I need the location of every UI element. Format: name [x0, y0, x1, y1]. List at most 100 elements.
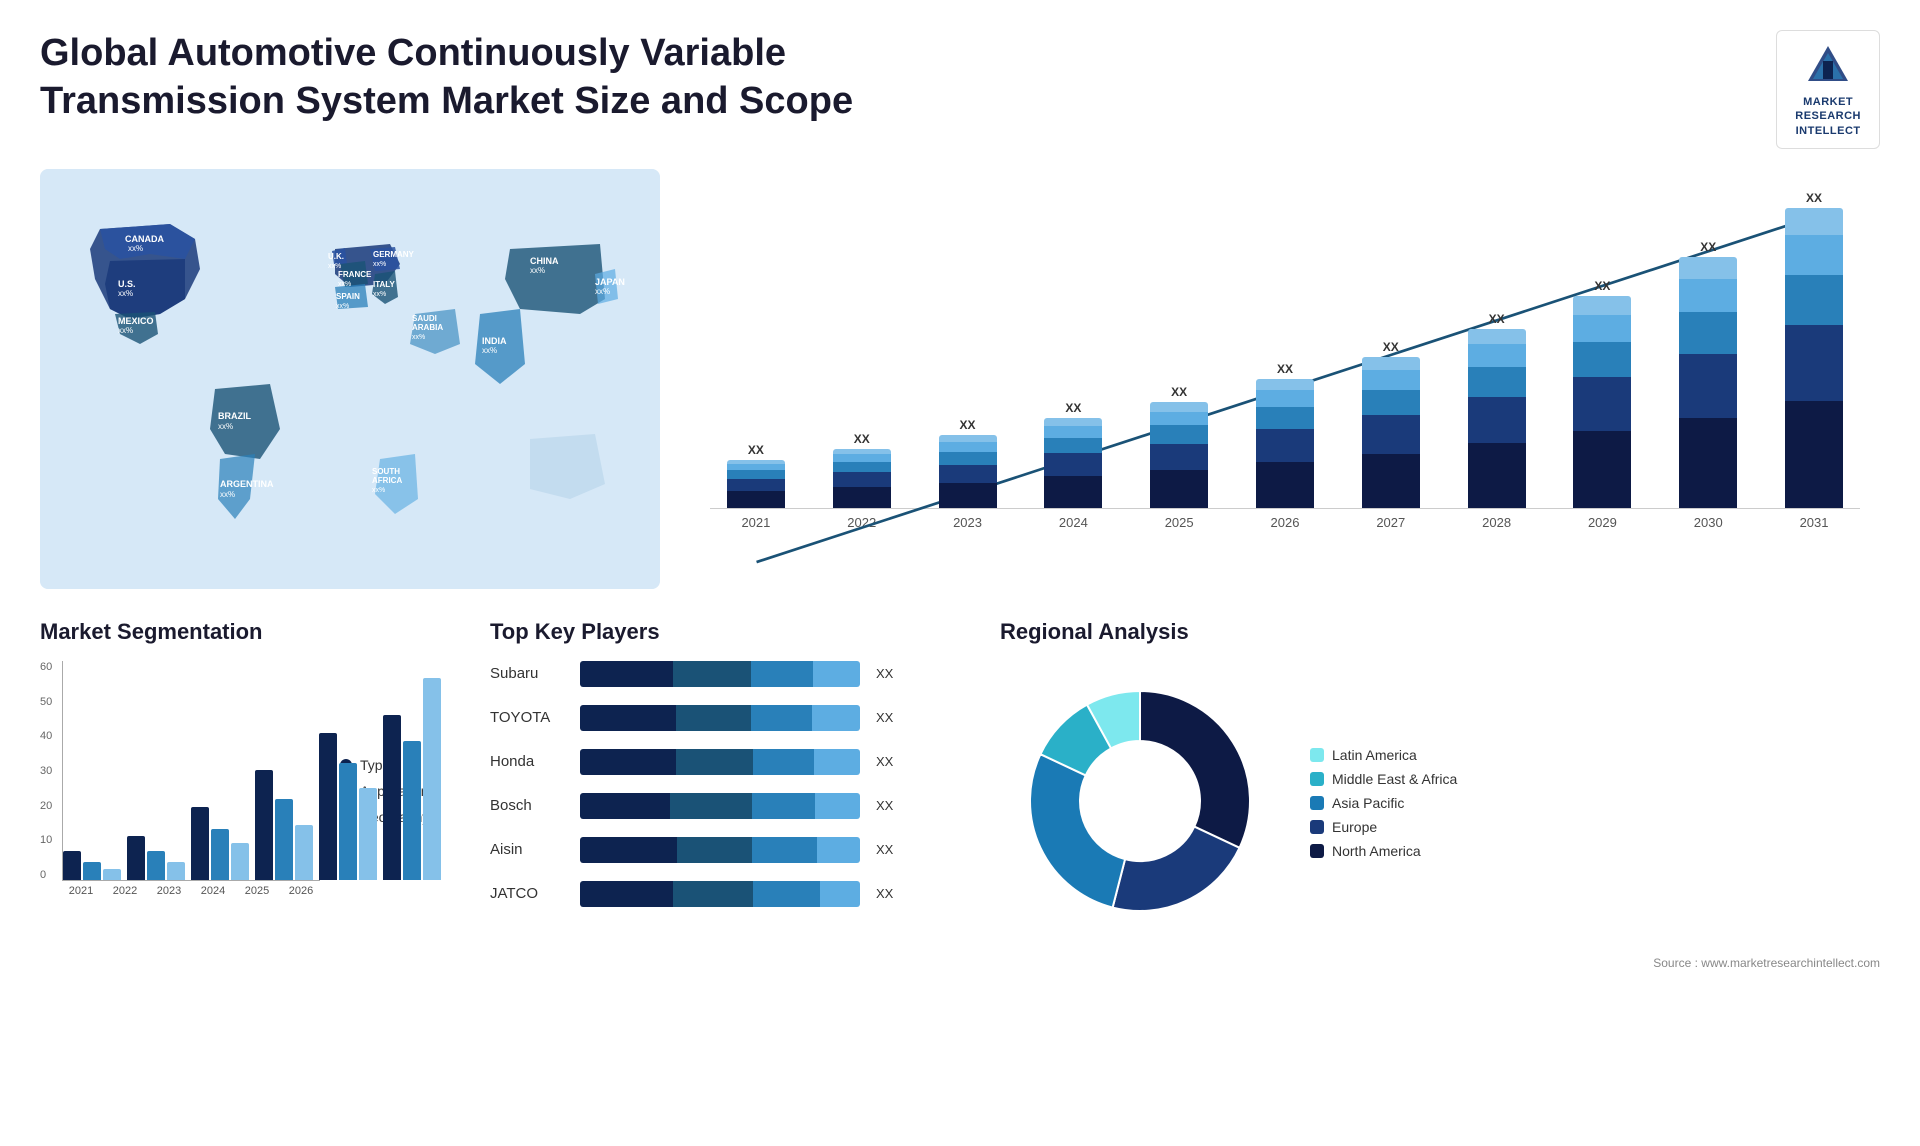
bar-segment [1573, 342, 1631, 377]
y-label-0: 0 [40, 869, 52, 881]
svg-text:xx%: xx% [328, 263, 341, 270]
svg-text:GERMANY: GERMANY [373, 250, 415, 259]
bar-segment [727, 464, 785, 471]
bar-segment [1679, 257, 1737, 279]
svg-text:xx%: xx% [338, 281, 351, 288]
stacked-bar [1785, 208, 1843, 508]
svg-text:xx%: xx% [220, 490, 235, 499]
regional-section: Regional Analysis Latin AmericaMiddle Ea… [1000, 619, 1880, 970]
bar-year-label: 2029 [1557, 515, 1649, 530]
bar-segment [1362, 454, 1420, 508]
bar-segment [1044, 418, 1102, 426]
regional-title: Regional Analysis [1000, 619, 1880, 645]
bar-year-label: 2024 [1027, 515, 1119, 530]
regional-legend-label: Latin America [1332, 747, 1417, 763]
regional-legend-item: Europe [1310, 819, 1457, 835]
regional-legend-label: Asia Pacific [1332, 795, 1404, 811]
bar-segment [1362, 415, 1420, 453]
svg-text:xx%: xx% [218, 422, 233, 431]
stacked-bar [939, 435, 997, 508]
seg-x-label: 2022 [106, 885, 144, 897]
map-section: CANADA xx% U.S. xx% MEXICO xx% BRAZIL xx… [40, 169, 660, 589]
bar-xx-label: XX [1171, 385, 1187, 399]
segmentation-section: Market Segmentation 60 50 40 30 20 10 0 [40, 619, 460, 970]
bar-group-2027: XX [1345, 340, 1437, 508]
bar-x-labels: 2021202220232024202520262027202820292030… [710, 515, 1860, 530]
svg-text:CANADA: CANADA [125, 234, 164, 244]
regional-legend-dot [1310, 748, 1324, 762]
bar-group-2029: XX [1557, 279, 1649, 508]
stacked-bar [727, 460, 785, 508]
bar-group-2022: XX [816, 432, 908, 508]
player-bar-wrap [580, 661, 860, 687]
seg-x-label: 2024 [194, 885, 232, 897]
bar-segment [1150, 402, 1208, 412]
bar-segment [1785, 275, 1843, 325]
bar-xx-label: XX [1806, 191, 1822, 205]
player-bar-segment [673, 661, 751, 687]
player-bar-segment [580, 661, 673, 687]
seg-x-label: 2025 [238, 885, 276, 897]
bar-group-2025: XX [1133, 385, 1225, 508]
seg-group [63, 851, 121, 880]
seg-bar [167, 862, 185, 880]
regional-legend-dot [1310, 796, 1324, 810]
top-players-section: Top Key Players SubaruXXTOYOTAXXHondaXXB… [490, 619, 970, 970]
svg-text:xx%: xx% [373, 291, 386, 298]
bar-year-label: 2022 [816, 515, 908, 530]
bar-segment [1468, 344, 1526, 367]
player-bar-wrap [580, 837, 860, 863]
world-map-svg: CANADA xx% U.S. xx% MEXICO xx% BRAZIL xx… [40, 169, 660, 589]
svg-text:BRAZIL: BRAZIL [218, 411, 251, 421]
logo-area: MARKET RESEARCH INTELLECT [1776, 30, 1880, 149]
player-bar-wrap [580, 705, 860, 731]
svg-text:xx%: xx% [373, 261, 386, 268]
bar-segment [1679, 279, 1737, 312]
seg-group [255, 770, 313, 880]
player-bar-segment [814, 749, 860, 775]
seg-x-label: 2026 [282, 885, 320, 897]
player-name: Bosch [490, 797, 570, 814]
seg-bar [255, 770, 273, 880]
bar-segment [1044, 438, 1102, 453]
main-bars-container: XXXXXXXXXXXXXXXXXXXXXX [710, 179, 1860, 509]
stacked-bar [833, 449, 891, 508]
player-bar-wrap [580, 793, 860, 819]
player-bar-segment [752, 793, 815, 819]
player-bar-segment [752, 837, 817, 863]
svg-text:xx%: xx% [118, 289, 133, 298]
svg-text:INDIA: INDIA [482, 336, 507, 346]
seg-bar [339, 763, 357, 880]
bar-segment [1679, 354, 1737, 418]
player-name: Aisin [490, 841, 570, 858]
player-xx-label: XX [876, 798, 893, 813]
player-name: TOYOTA [490, 709, 570, 726]
svg-text:ARGENTINA: ARGENTINA [220, 479, 274, 489]
player-bar-segment [753, 881, 820, 907]
bar-segment [1256, 429, 1314, 462]
bar-segment [1150, 425, 1208, 443]
bar-segment [1785, 325, 1843, 402]
bar-segment [833, 462, 891, 472]
segmentation-title: Market Segmentation [40, 619, 460, 645]
svg-text:xx%: xx% [336, 303, 349, 310]
player-bar-segment [677, 837, 752, 863]
player-bar-segment [751, 705, 812, 731]
seg-bar [191, 807, 209, 880]
seg-bar [359, 788, 377, 880]
seg-x-labels: 202120222023202420252026 [62, 885, 320, 897]
player-xx-label: XX [876, 710, 893, 725]
player-bar-segment [670, 793, 751, 819]
donut-chart [1000, 661, 1280, 946]
content-top: CANADA xx% U.S. xx% MEXICO xx% BRAZIL xx… [40, 169, 1880, 589]
seg-bar [103, 869, 121, 880]
bar-group-2021: XX [710, 443, 802, 508]
seg-x-label: 2023 [150, 885, 188, 897]
bar-xx-label: XX [748, 443, 764, 457]
stacked-bar [1573, 296, 1631, 508]
bar-year-label: 2031 [1768, 515, 1860, 530]
bar-segment [1468, 443, 1526, 508]
y-label-10: 10 [40, 834, 52, 846]
bar-year-label: 2030 [1662, 515, 1754, 530]
seg-bar [83, 862, 101, 880]
